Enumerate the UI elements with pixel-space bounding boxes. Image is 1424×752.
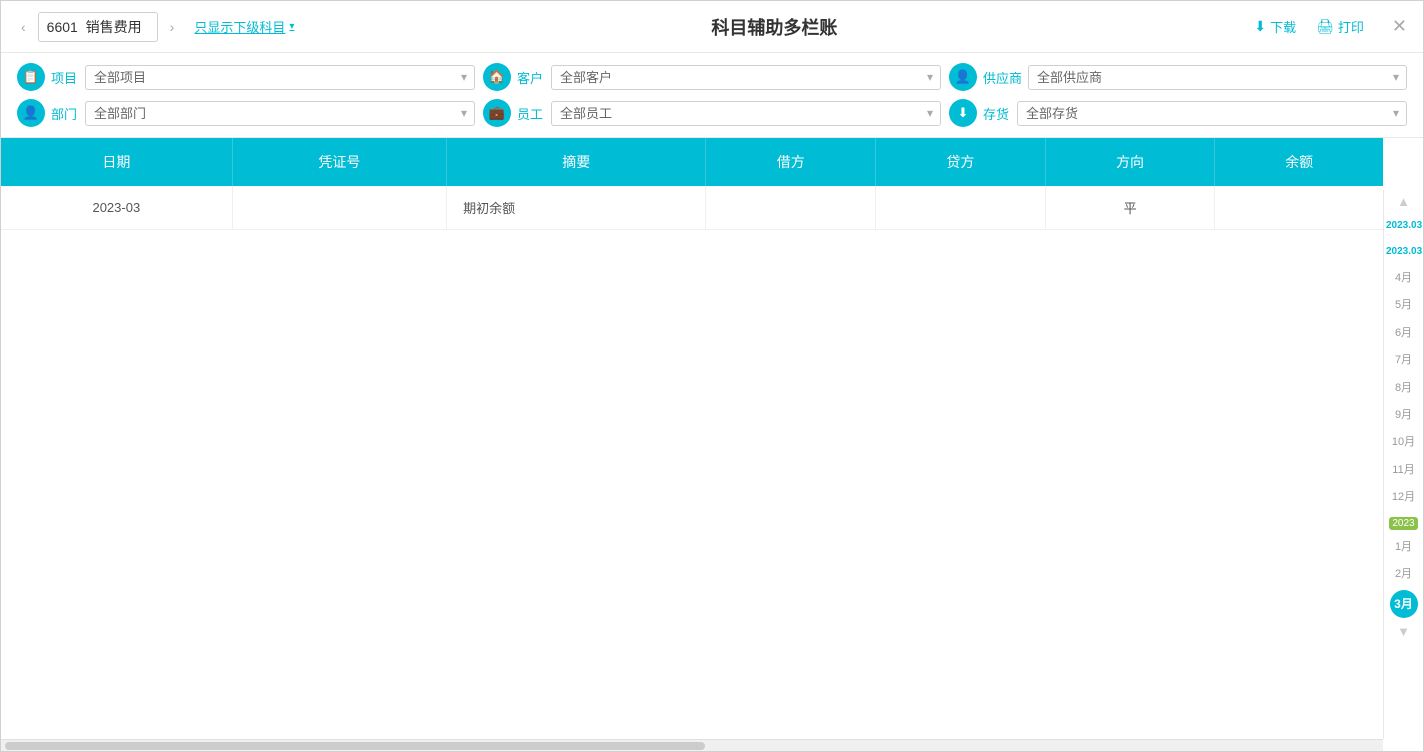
- month-item-2023-03-2[interactable]: 2023.03: [1384, 239, 1423, 265]
- employee-select-wrapper: 全部员工: [551, 101, 941, 126]
- cell-date: 2023-03: [1, 186, 232, 230]
- month-item-12[interactable]: 12月: [1384, 484, 1423, 511]
- filterbar: 📋 项目 全部项目 🏠 客户 全部客户 👤 供应商 全部供应商 👤 部门 全: [1, 53, 1423, 138]
- supplier-select-wrapper: 全部供应商: [1028, 65, 1407, 90]
- department-select-wrapper: 全部部门: [85, 101, 475, 126]
- project-icon: 📋: [17, 63, 45, 91]
- print-label: 打印: [1338, 17, 1364, 36]
- download-label: 下载: [1270, 17, 1296, 36]
- month-item-6[interactable]: 6月: [1384, 320, 1423, 347]
- month-item-5[interactable]: 5月: [1384, 292, 1423, 319]
- customer-icon: 🏠: [483, 63, 511, 91]
- main-window: ‹ 6601 销售费用 › 只显示下级科目 ▾ 科目辅助多栏账 ⬇ 下载 🖨 打…: [0, 0, 1424, 752]
- department-select[interactable]: 全部部门: [85, 101, 475, 126]
- filter-toggle-btn[interactable]: 只显示下级科目 ▾: [194, 17, 294, 36]
- account-code-display: 6601 销售费用: [38, 12, 158, 42]
- employee-label: 员工: [517, 104, 545, 123]
- table-row[interactable]: 2023-03 期初余额 平: [1, 186, 1383, 230]
- filter-toggle-arrow: ▾: [289, 21, 294, 32]
- account-code: 6601: [47, 19, 78, 35]
- cell-direction: 平: [1045, 186, 1215, 230]
- month-sidebar: ▲ 2023.03 2023.03 4月 5月 6月 7月 8月 9月 10月 …: [1383, 190, 1423, 739]
- next-account-btn[interactable]: ›: [166, 17, 179, 37]
- inventory-select[interactable]: 全部存货: [1017, 101, 1407, 126]
- project-select[interactable]: 全部项目: [85, 65, 475, 90]
- inventory-label: 存货: [983, 104, 1011, 123]
- project-filter: 📋 项目 全部项目: [17, 63, 475, 91]
- employee-filter: 💼 员工 全部员工: [483, 99, 941, 127]
- month-item-1[interactable]: 1月: [1384, 534, 1423, 561]
- cell-summary: 期初余额: [447, 186, 706, 230]
- month-item-4[interactable]: 4月: [1384, 265, 1423, 292]
- month-item-10[interactable]: 10月: [1384, 429, 1423, 456]
- download-icon: ⬇: [1254, 18, 1266, 35]
- month-nav-down-btn[interactable]: ▼: [1384, 620, 1423, 643]
- download-btn[interactable]: ⬇ 下载: [1254, 17, 1296, 36]
- month-nav-up-btn[interactable]: ▲: [1384, 190, 1423, 213]
- titlebar: ‹ 6601 销售费用 › 只显示下级科目 ▾ 科目辅助多栏账 ⬇ 下载 🖨 打…: [1, 1, 1423, 53]
- ledger-table: 日期 凭证号 摘要 借方 贷方 方向 余额 2023-03 期初余额 平: [1, 138, 1383, 230]
- department-label: 部门: [51, 104, 79, 123]
- month-item-7[interactable]: 7月: [1384, 347, 1423, 374]
- page-title: 科目辅助多栏账: [302, 14, 1246, 40]
- inventory-filter: ⬇ 存货 全部存货: [949, 99, 1407, 127]
- print-btn[interactable]: 🖨 打印: [1316, 17, 1364, 36]
- employee-select[interactable]: 全部员工: [551, 101, 941, 126]
- cell-debit: [706, 186, 876, 230]
- supplier-icon: 👤: [949, 63, 977, 91]
- department-icon: 👤: [17, 99, 45, 127]
- account-name: 销售费用: [86, 19, 142, 35]
- supplier-label: 供应商: [983, 68, 1022, 87]
- project-select-wrapper: 全部项目: [85, 65, 475, 90]
- month-item-11[interactable]: 11月: [1384, 457, 1423, 484]
- filter-toggle-label: 只显示下级科目: [194, 17, 285, 36]
- prev-account-btn[interactable]: ‹: [17, 17, 30, 37]
- print-icon: 🖨: [1316, 18, 1334, 35]
- cell-balance: [1215, 186, 1383, 230]
- month-item-8[interactable]: 8月: [1384, 375, 1423, 402]
- table-header-row: 日期 凭证号 摘要 借方 贷方 方向 余额: [1, 138, 1383, 186]
- inventory-icon: ⬇: [949, 99, 977, 127]
- supplier-filter: 👤 供应商 全部供应商: [949, 63, 1407, 91]
- project-label: 项目: [51, 68, 79, 87]
- cell-credit: [876, 186, 1046, 230]
- table-container: 日期 凭证号 摘要 借方 贷方 方向 余额 2023-03 期初余额 平: [1, 138, 1383, 739]
- header-actions: ⬇ 下载 🖨 打印 ✕: [1254, 16, 1407, 37]
- col-balance: 余额: [1215, 138, 1383, 186]
- col-credit: 贷方: [876, 138, 1046, 186]
- cell-voucher: [232, 186, 446, 230]
- col-voucher: 凭证号: [232, 138, 446, 186]
- supplier-select[interactable]: 全部供应商: [1028, 65, 1407, 90]
- customer-select[interactable]: 全部客户: [551, 65, 941, 90]
- col-date: 日期: [1, 138, 232, 186]
- month-item-2[interactable]: 2月: [1384, 561, 1423, 588]
- scrollbar-thumb[interactable]: [5, 742, 705, 750]
- month-item-9[interactable]: 9月: [1384, 402, 1423, 429]
- close-btn[interactable]: ✕: [1392, 16, 1407, 37]
- inventory-select-wrapper: 全部存货: [1017, 101, 1407, 126]
- employee-icon: 💼: [483, 99, 511, 127]
- col-debit: 借方: [706, 138, 876, 186]
- col-summary: 摘要: [447, 138, 706, 186]
- department-filter: 👤 部门 全部部门: [17, 99, 475, 127]
- customer-label: 客户: [517, 68, 545, 87]
- customer-filter: 🏠 客户 全部客户: [483, 63, 941, 91]
- month-item-2023-03-top[interactable]: 2023.03: [1384, 213, 1423, 239]
- customer-select-wrapper: 全部客户: [551, 65, 941, 90]
- year-badge-2023: 2023: [1389, 514, 1417, 532]
- col-direction: 方向: [1045, 138, 1215, 186]
- month-item-3-active[interactable]: 3月: [1390, 590, 1418, 618]
- horizontal-scrollbar[interactable]: [1, 739, 1383, 751]
